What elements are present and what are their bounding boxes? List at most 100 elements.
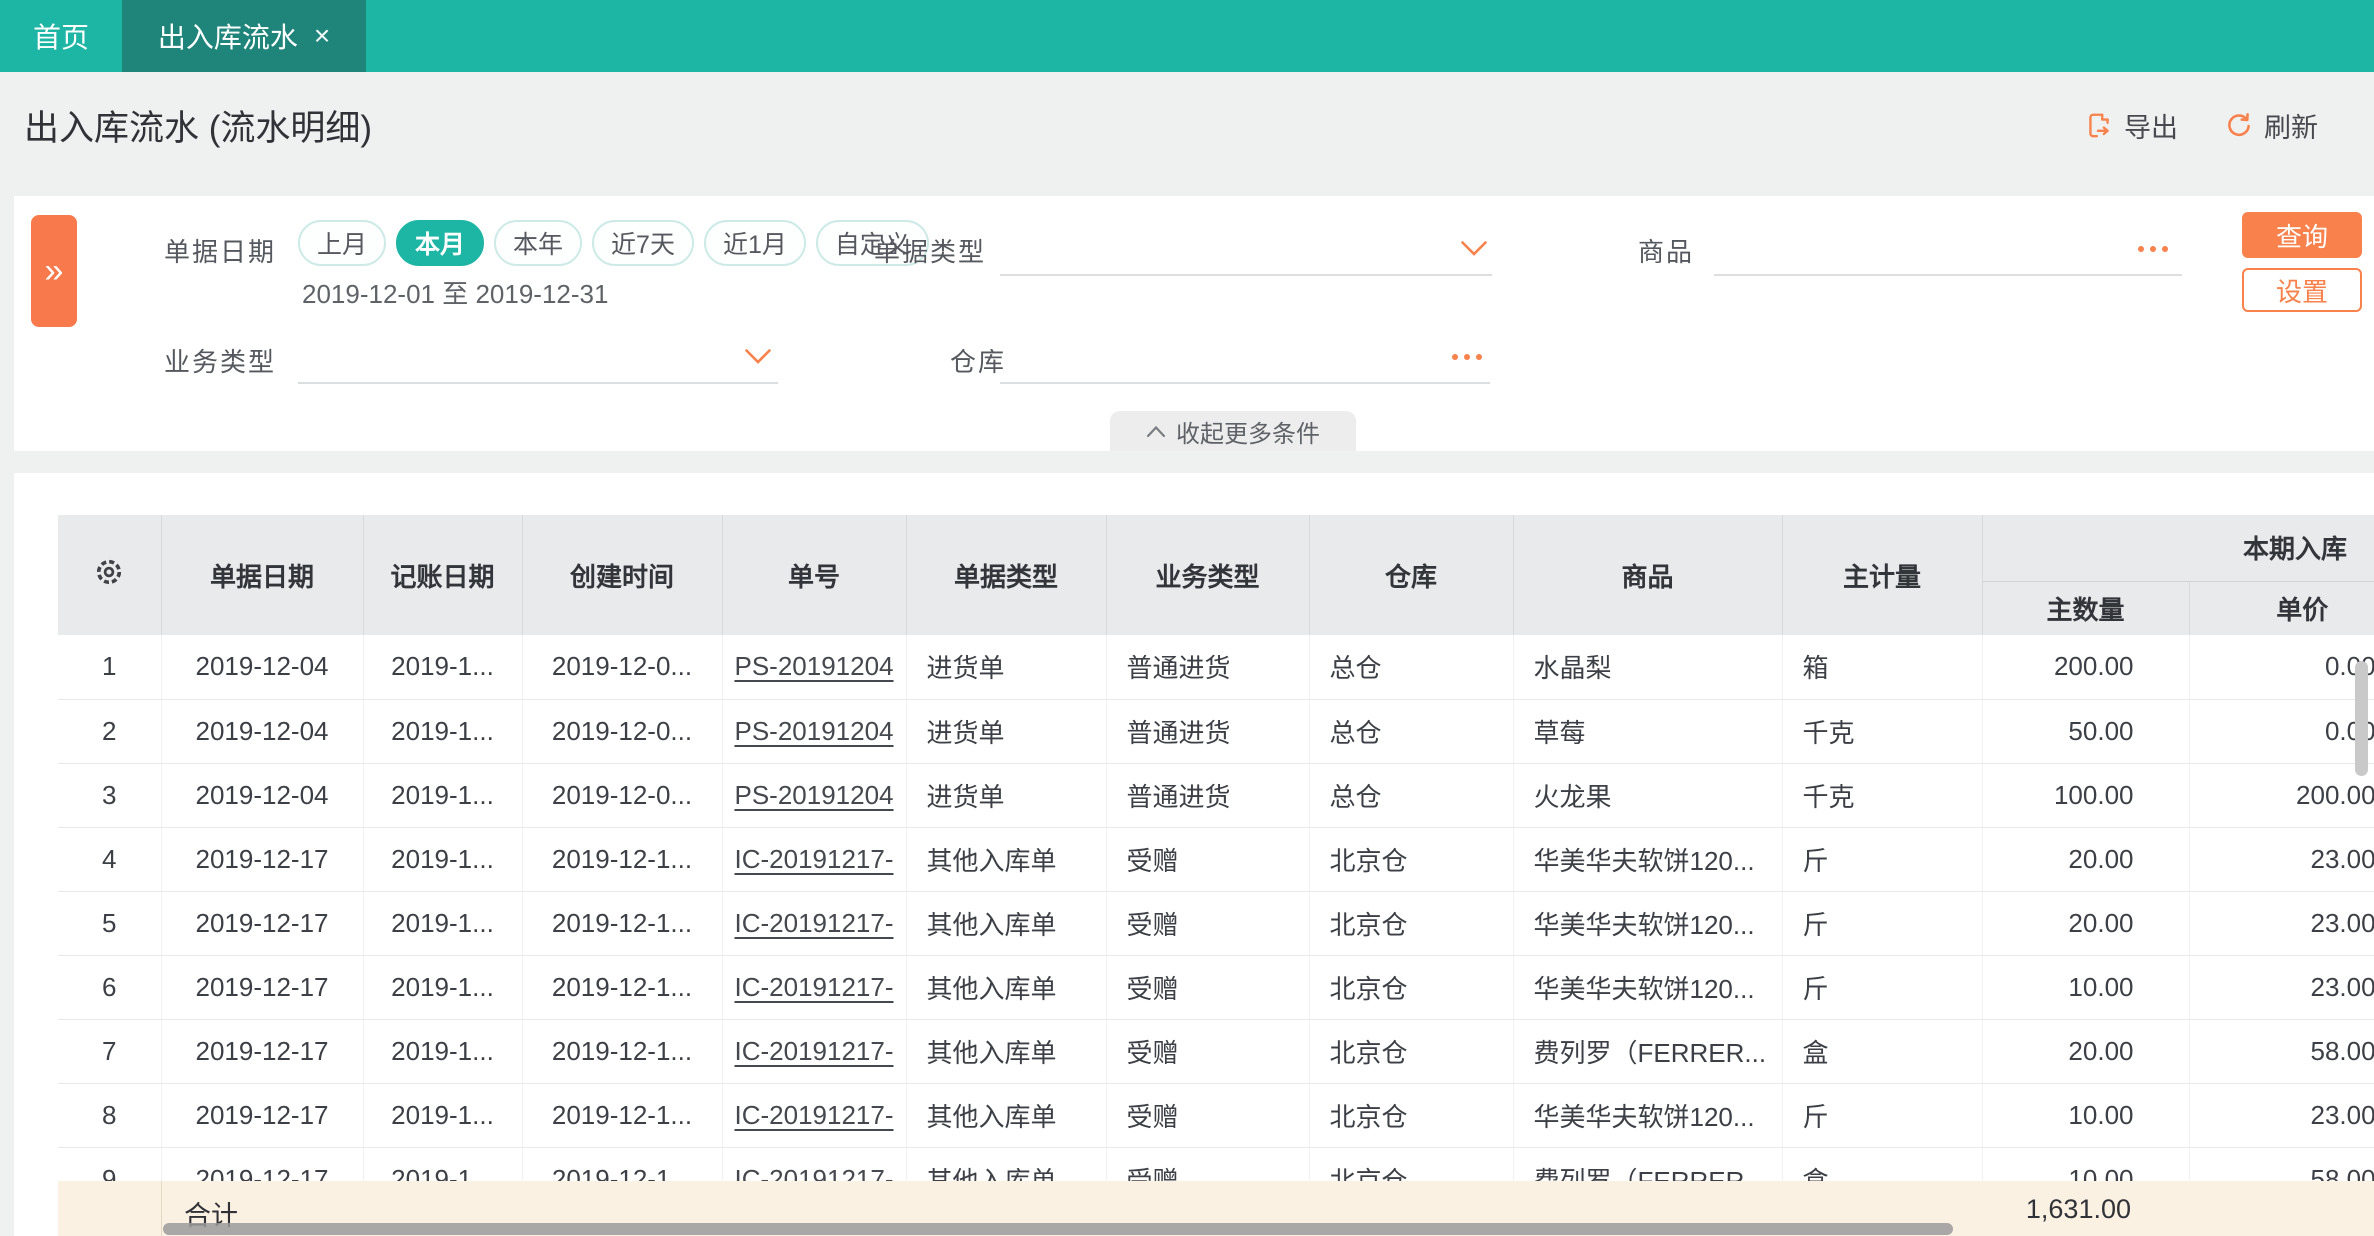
cell-doc_no: IC-20191217- (722, 955, 907, 1020)
cell-product: 费列罗（FERRER... (1513, 1019, 1783, 1084)
cell-price: 23.000 (2189, 827, 2374, 892)
doc-no-link[interactable]: IC-20191217- (735, 844, 894, 874)
cell-created: 2019-12-1... (522, 1019, 723, 1084)
product-picker-ellipsis-icon[interactable] (2138, 246, 2168, 252)
cell-doc_date: 2019-12-04 (161, 635, 364, 700)
column-header-2: 创建时间 (522, 515, 723, 635)
cell-doc_date: 2019-12-17 (161, 1083, 364, 1148)
date-preset-1[interactable]: 本月 (396, 220, 485, 266)
export-label: 导出 (2124, 113, 2178, 143)
cell-warehouse: 总仓 (1309, 699, 1514, 764)
warehouse-picker-ellipsis-icon[interactable] (1452, 354, 1482, 360)
chevron-down-icon (745, 349, 771, 364)
cell-product: 水晶梨 (1513, 635, 1783, 700)
cell-doc_no: IC-20191217- (722, 827, 907, 892)
doc-no-link[interactable]: IC-20191217- (735, 1164, 894, 1182)
date-preset-2[interactable]: 本年 (494, 220, 583, 266)
cell-product: 火龙果 (1513, 763, 1783, 828)
cell-biz_type: 受赠 (1106, 1147, 1310, 1181)
column-settings-button[interactable] (58, 515, 162, 635)
close-tab-icon[interactable]: × (314, 22, 330, 50)
cell-product: 费列罗（FERRER... (1513, 1147, 1783, 1181)
panel-expander-button[interactable]: » (31, 215, 77, 327)
cell-no: 9 (58, 1147, 162, 1181)
cell-created: 2019-12-1... (522, 827, 723, 892)
group-header-current-inbound: 本期入库 (1982, 515, 2374, 582)
doc-no-link[interactable]: PS-20191204 (734, 651, 893, 681)
cell-warehouse: 北京仓 (1309, 1147, 1514, 1181)
cell-price: 58.000 (2189, 1019, 2374, 1084)
refresh-button[interactable]: 刷新 (2224, 106, 2318, 145)
cell-doc_date: 2019-12-04 (161, 699, 364, 764)
export-icon (2089, 113, 2109, 137)
cell-unit: 箱 (1782, 635, 1983, 700)
gear-icon (97, 559, 122, 584)
cell-qty: 20.00 (1982, 891, 2190, 956)
tab-inout-flow[interactable]: 出入库流水 × (122, 0, 366, 72)
cell-account_date: 2019-1... (363, 1147, 523, 1181)
doc-no-link[interactable]: PS-20191204 (734, 780, 893, 810)
doc-type-input[interactable] (1000, 226, 1492, 276)
cell-no: 5 (58, 891, 162, 956)
settings-button[interactable]: 设置 (2242, 268, 2362, 312)
export-button[interactable]: 导出 (2084, 106, 2178, 145)
date-range-value[interactable]: 2019-12-01 至 2019-12-31 (302, 274, 608, 311)
doc-no-link[interactable]: IC-20191217- (735, 908, 894, 938)
cell-doc_date: 2019-12-17 (161, 891, 364, 956)
doc-no-link[interactable]: IC-20191217- (735, 972, 894, 1002)
column-header-7: 商品 (1513, 515, 1783, 635)
date-preset-4[interactable]: 近1月 (703, 220, 806, 266)
product-label: 商品 (1638, 237, 1695, 267)
cell-doc_type: 进货单 (906, 635, 1107, 700)
cell-biz_type: 受赠 (1106, 891, 1310, 956)
cell-biz_type: 受赠 (1106, 1019, 1310, 1084)
query-button[interactable]: 查询 (2242, 212, 2362, 258)
cell-price: 58.000 (2189, 1147, 2374, 1181)
cell-doc_type: 进货单 (906, 763, 1107, 828)
cell-no: 7 (58, 1019, 162, 1084)
cell-product: 华美华夫软饼120... (1513, 827, 1783, 892)
cell-warehouse: 总仓 (1309, 763, 1514, 828)
cell-created: 2019-12-1... (522, 1147, 723, 1181)
date-preset-3[interactable]: 近7天 (592, 220, 694, 266)
horizontal-scrollbar-thumb[interactable] (163, 1223, 1953, 1235)
cell-doc_date: 2019-12-17 (161, 827, 364, 892)
flow-table-container: 单据日期 记账日期 创建时间 单号 单据类型 业务类型 仓库 商品 主计量 本期入库 主数量 单价 1… (58, 515, 2374, 1181)
cell-doc_date: 2019-12-04 (161, 763, 364, 828)
doc-no-link[interactable]: PS-20191204 (734, 716, 893, 746)
cell-price: 0.000 (2189, 699, 2374, 764)
column-header-0: 单据日期 (161, 515, 364, 635)
biz-type-dropdown[interactable] (744, 348, 772, 365)
table-row: 1 2019-12-04 2019-1... 2019-12-0... PS-20191… (58, 635, 2374, 700)
vertical-scrollbar-thumb[interactable] (2355, 661, 2368, 776)
tab-home[interactable]: 首页 (0, 0, 122, 72)
column-header-8: 主计量 (1782, 515, 1983, 635)
cell-doc_type: 其他入库单 (906, 827, 1107, 892)
cell-doc_date: 2019-12-17 (161, 955, 364, 1020)
cell-doc_no: PS-20191204 (722, 763, 907, 828)
doc-date-label: 单据日期 (164, 237, 277, 267)
warehouse-input[interactable] (1000, 334, 1490, 384)
column-header-6: 仓库 (1309, 515, 1514, 635)
table-row: 5 2019-12-17 2019-1... 2019-12-1... IC-20191… (58, 891, 2374, 956)
tab-home-label: 首页 (32, 22, 89, 53)
table-panel: 单据日期 记账日期 创建时间 单号 单据类型 业务类型 仓库 商品 主计量 本期入库 主数量 单价 1… (14, 473, 2374, 1236)
doc-no-link[interactable]: IC-20191217- (735, 1036, 894, 1066)
column-header-1: 记账日期 (363, 515, 523, 635)
doc-type-dropdown[interactable] (1460, 240, 1488, 257)
cell-account_date: 2019-1... (363, 763, 523, 828)
flow-table: 单据日期 记账日期 创建时间 单号 单据类型 业务类型 仓库 商品 主计量 本期入库 主数量 单价 1… (58, 515, 2374, 1181)
cell-warehouse: 北京仓 (1309, 1083, 1514, 1148)
top-tab-bar: 首页 出入库流水 × (0, 0, 2374, 72)
doc-no-link[interactable]: IC-20191217- (735, 1100, 894, 1130)
product-input[interactable] (1714, 226, 2182, 276)
collapse-more-conditions-toggle[interactable]: 收起更多条件 (1110, 411, 1356, 451)
biz-type-input[interactable] (298, 334, 778, 384)
cell-unit: 斤 (1782, 1083, 1983, 1148)
cell-unit: 斤 (1782, 827, 1983, 892)
date-preset-0[interactable]: 上月 (298, 220, 387, 266)
cell-account_date: 2019-1... (363, 1083, 523, 1148)
cell-no: 4 (58, 827, 162, 892)
cell-qty: 100.00 (1982, 763, 2190, 828)
cell-price: 23.000 (2189, 891, 2374, 956)
